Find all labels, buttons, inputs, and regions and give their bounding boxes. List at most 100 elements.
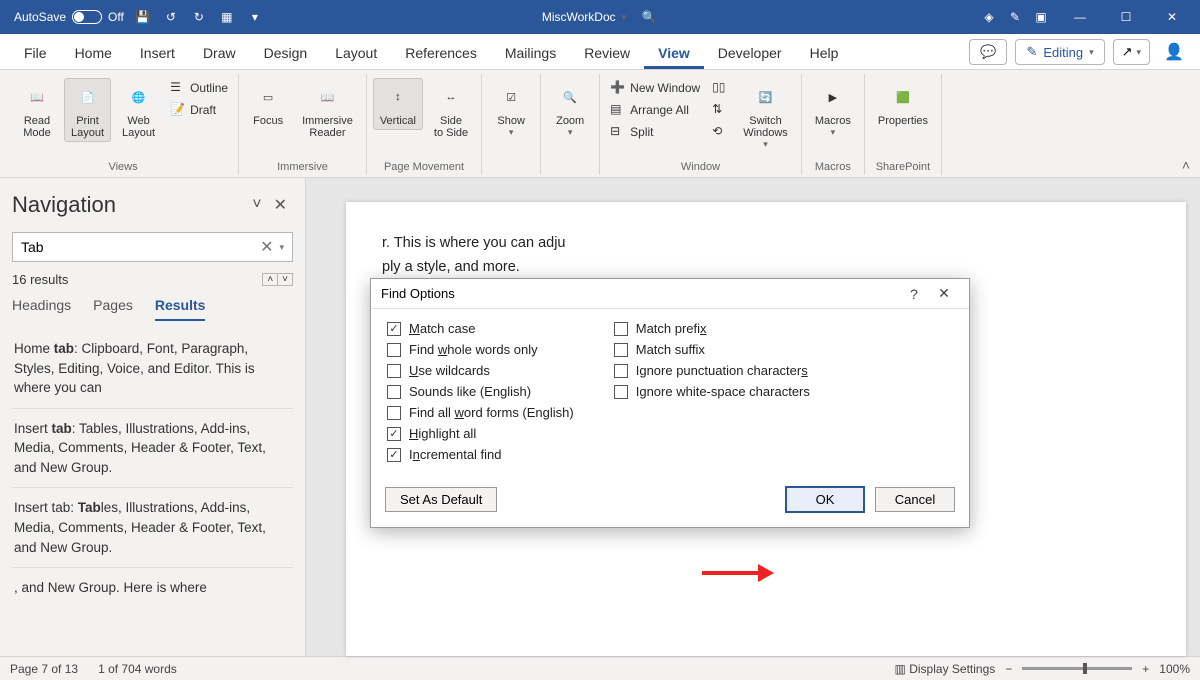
search-input[interactable] <box>19 238 256 256</box>
close-button[interactable]: ✕ <box>1150 0 1194 34</box>
vertical-button[interactable]: ↕Vertical <box>373 78 423 130</box>
minimize-button[interactable]: — <box>1058 0 1102 34</box>
tab-developer[interactable]: Developer <box>704 39 796 69</box>
app-icon[interactable]: ▣ <box>1032 8 1050 26</box>
side-to-side-button[interactable]: ↔Side to Side <box>427 78 475 142</box>
annotation-arrow <box>702 564 774 582</box>
zoom-in-button[interactable]: + <box>1142 662 1149 676</box>
autosave-label: AutoSave <box>14 10 66 24</box>
tab-view[interactable]: View <box>644 39 704 69</box>
tab-mailings[interactable]: Mailings <box>491 39 570 69</box>
editing-mode-button[interactable]: ✎ Editing ▾ <box>1015 39 1104 65</box>
dialog-help-button[interactable]: ? <box>899 286 929 302</box>
document-title[interactable]: MiscWorkDoc ▾ <box>542 10 626 24</box>
diamond-icon[interactable]: ◈ <box>980 8 998 26</box>
tab-design[interactable]: Design <box>250 39 322 69</box>
navigation-search[interactable]: ✕ ▾ <box>12 232 293 262</box>
ok-button[interactable]: OK <box>785 486 865 513</box>
save-icon[interactable]: 💾 <box>134 8 152 26</box>
tab-review[interactable]: Review <box>570 39 644 69</box>
focus-icon: ▭ <box>252 81 284 113</box>
checkbox-row[interactable]: Sounds like (English) <box>387 384 574 399</box>
search-icon[interactable]: 🔍 <box>640 8 658 26</box>
clear-search-icon[interactable]: ✕ <box>256 237 277 257</box>
document-line: r. This is where you can adju <box>382 232 1150 256</box>
checkbox-label: Sounds like (English) <box>409 384 531 399</box>
comments-button[interactable]: 💬 <box>969 39 1007 65</box>
qat-icon[interactable]: ▦ <box>218 8 236 26</box>
checkbox-row[interactable]: Match suffix <box>614 342 810 357</box>
undo-icon[interactable]: ↺ <box>162 8 180 26</box>
tab-references[interactable]: References <box>391 39 491 69</box>
nav-tab-pages[interactable]: Pages <box>93 297 133 321</box>
group-macros: ▶Macros▾ Macros <box>802 74 865 175</box>
draft-button[interactable]: 📝Draft <box>166 100 232 120</box>
tab-help[interactable]: Help <box>796 39 853 69</box>
next-result-button[interactable]: ˅ <box>278 274 292 285</box>
focus-button[interactable]: ▭Focus <box>245 78 291 130</box>
checkbox-row[interactable]: ✓Highlight all <box>387 426 574 441</box>
checkbox-row[interactable]: Ignore white-space characters <box>614 384 810 399</box>
checkbox-row[interactable]: Find all word forms (English) <box>387 405 574 420</box>
macros-button[interactable]: ▶Macros▾ <box>808 78 858 141</box>
document-line: ply a style, and more. <box>382 256 1150 280</box>
checkbox-label: Match case <box>409 321 476 336</box>
result-item[interactable]: Home tab: Clipboard, Font, Paragraph, St… <box>12 333 293 404</box>
result-item[interactable]: Insert tab: Tables, Illustrations, Add-i… <box>12 487 293 563</box>
checkbox-icon <box>614 364 628 378</box>
checkbox-row[interactable]: Ignore punctuation characters <box>614 363 810 378</box>
zoom-dropdown[interactable]: 🔍Zoom▾ <box>547 78 593 141</box>
set-as-default-button[interactable]: Set As Default <box>385 487 497 512</box>
account-icon[interactable]: 👤 <box>1158 42 1190 62</box>
maximize-button[interactable]: ☐ <box>1104 0 1148 34</box>
dialog-close-button[interactable]: ✕ <box>929 285 959 302</box>
web-layout-button[interactable]: 🌐Web Layout <box>115 78 162 142</box>
print-layout-button[interactable]: 📄Print Layout <box>64 78 111 142</box>
checkbox-label: Match prefix <box>636 321 707 336</box>
arrange-all-button[interactable]: ▤Arrange All <box>606 100 704 120</box>
arrange-icon: ▤ <box>610 102 626 118</box>
group-window: ➕New Window ▤Arrange All ⊟Split ▯▯ ⇅ ⟲ 🔄… <box>600 74 802 175</box>
show-dropdown[interactable]: ☑Show▾ <box>488 78 534 141</box>
nav-tab-headings[interactable]: Headings <box>12 297 71 321</box>
title-bar: AutoSave Off 💾 ↺ ↻ ▦ ▾ MiscWorkDoc ▾ 🔍 ◈… <box>0 0 1200 34</box>
zoom-slider[interactable] <box>1022 667 1132 670</box>
checkbox-row[interactable]: Use wildcards <box>387 363 574 378</box>
tab-file[interactable]: File <box>10 39 61 69</box>
result-item[interactable]: , and New Group. Here is where <box>12 567 293 604</box>
immersive-reader-button[interactable]: 📖Immersive Reader <box>295 78 360 142</box>
nav-dropdown-icon[interactable]: ˅ <box>246 194 267 216</box>
switch-windows-button[interactable]: 🔄Switch Windows▾ <box>736 78 795 153</box>
checkbox-row[interactable]: Match prefix <box>614 321 810 336</box>
nav-tab-results[interactable]: Results <box>155 297 206 321</box>
tab-insert[interactable]: Insert <box>126 39 189 69</box>
cancel-button[interactable]: Cancel <box>875 487 955 512</box>
zoom-out-button[interactable]: − <box>1005 662 1012 676</box>
display-settings-button[interactable]: ▥ Display Settings <box>895 662 996 676</box>
search-dropdown-icon[interactable]: ▾ <box>277 242 286 253</box>
eyedropper-icon[interactable]: ✎ <box>1006 8 1024 26</box>
autosave-toggle[interactable]: AutoSave Off <box>14 10 124 24</box>
vertical-icon: ↕ <box>382 81 414 113</box>
properties-button[interactable]: 🟩Properties <box>871 78 935 130</box>
tab-home[interactable]: Home <box>61 39 126 69</box>
result-item[interactable]: Insert tab: Tables, Illustrations, Add-i… <box>12 408 293 484</box>
read-mode-button[interactable]: 📖Read Mode <box>14 78 60 142</box>
nav-close-icon[interactable]: ✕ <box>268 193 293 217</box>
checkbox-row[interactable]: ✓Incremental find <box>387 447 574 462</box>
tab-layout[interactable]: Layout <box>321 39 391 69</box>
status-page[interactable]: Page 7 of 13 <box>10 662 78 676</box>
tab-draw[interactable]: Draw <box>189 39 250 69</box>
prev-result-button[interactable]: ˄ <box>263 274 278 285</box>
new-window-button[interactable]: ➕New Window <box>606 78 704 98</box>
outline-button[interactable]: ☰Outline <box>166 78 232 98</box>
redo-icon[interactable]: ↻ <box>190 8 208 26</box>
share-button[interactable]: ↗ ▾ <box>1113 39 1150 65</box>
split-button[interactable]: ⊟Split <box>606 122 704 142</box>
checkbox-row[interactable]: ✓Match case <box>387 321 574 336</box>
qat-dropdown-icon[interactable]: ▾ <box>246 8 264 26</box>
zoom-level[interactable]: 100% <box>1159 662 1190 676</box>
status-words[interactable]: 1 of 704 words <box>98 662 177 676</box>
checkbox-row[interactable]: Find whole words only <box>387 342 574 357</box>
collapse-ribbon-button[interactable]: ˄ <box>1182 157 1190 173</box>
